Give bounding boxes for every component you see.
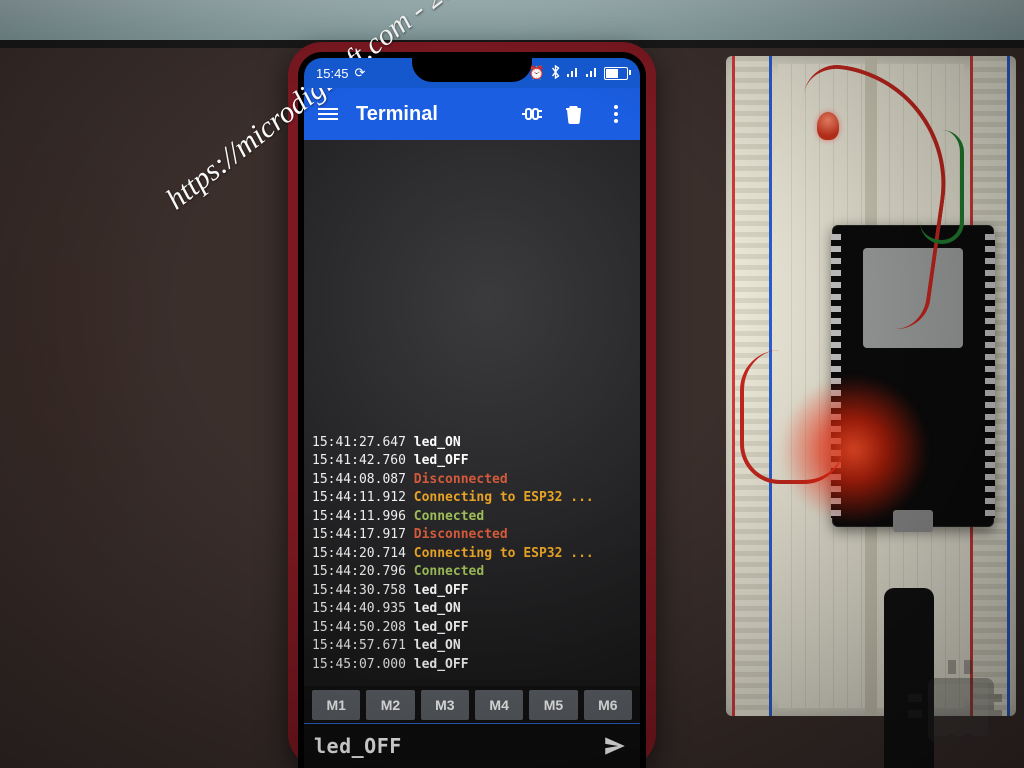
- sync-icon: ⟳: [355, 65, 366, 81]
- display-notch: [412, 58, 532, 82]
- statusbar-time: 15:45: [316, 66, 349, 81]
- signal-icon: [585, 66, 599, 81]
- photo-vignette: [0, 0, 1024, 768]
- bluetooth-icon: [550, 65, 561, 82]
- battery-icon: [604, 67, 628, 80]
- photo-scene: 15:45 ⟳ ⏰: [0, 0, 1024, 768]
- signal-icon: [566, 66, 580, 81]
